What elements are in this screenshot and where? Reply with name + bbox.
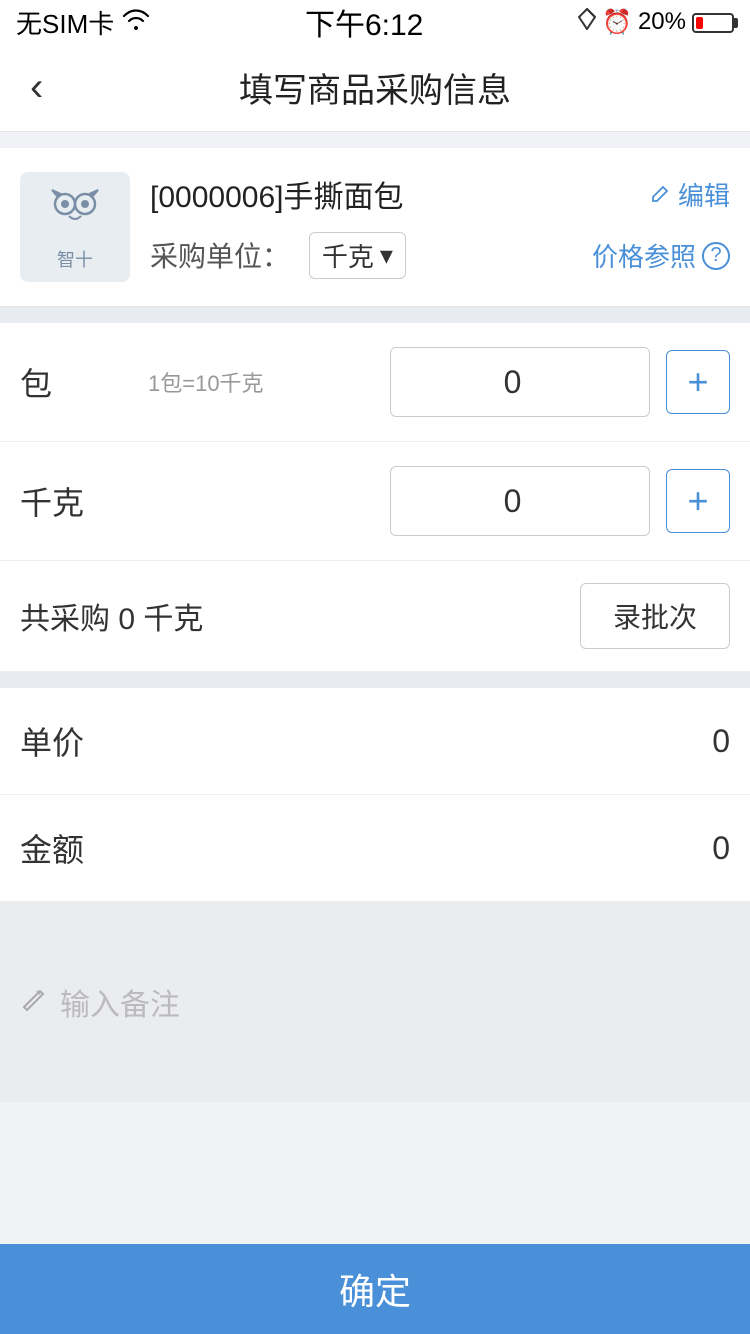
status-right: ⏰ 20%	[578, 8, 734, 37]
section-divider-2	[0, 672, 750, 688]
battery-percentage: 20%	[638, 8, 686, 36]
unit-select[interactable]: 千克 ▾	[309, 232, 406, 279]
quantity-section: 包 1包=10千克 + 千克 + 共采购 0 千克 录批次	[0, 323, 750, 672]
pencil-icon	[20, 985, 48, 1020]
kg-input-row: 千克 +	[0, 442, 750, 561]
section-divider-1	[0, 307, 750, 323]
product-info: [0000006]手撕面包 编辑 采购单位： 千克 ▾ 价格参照 ?	[150, 172, 730, 279]
price-section: 单价 0 金额 0	[0, 688, 750, 902]
wifi-icon	[122, 7, 150, 38]
page-title: 填写商品采购信息	[239, 63, 511, 112]
unit-prefix-label: 采购单位：	[150, 241, 290, 272]
product-logo-icon	[45, 182, 105, 242]
bag-input-row: 包 1包=10千克 +	[0, 323, 750, 442]
back-button[interactable]: ‹	[20, 55, 53, 120]
unit-price-label: 单价	[20, 718, 84, 764]
brand-label: 智十	[57, 246, 93, 272]
summary-text: 共采购 0 千克	[20, 594, 203, 638]
unit-value: 千克	[322, 237, 374, 274]
location-icon	[578, 8, 596, 37]
product-name: [0000006]手撕面包	[150, 172, 403, 216]
unit-label-group: 采购单位： 千克 ▾	[150, 232, 406, 279]
amount-row: 金额 0	[0, 795, 750, 902]
edit-button[interactable]: 编辑	[650, 176, 730, 213]
help-icon: ?	[702, 242, 730, 270]
chevron-down-icon: ▾	[380, 240, 393, 271]
bag-input-control: +	[264, 347, 730, 417]
kg-quantity-input[interactable]	[390, 466, 650, 536]
product-name-row: [0000006]手撕面包 编辑	[150, 172, 730, 216]
nav-bar: ‹ 填写商品采购信息	[0, 44, 750, 132]
bag-label: 包	[20, 359, 140, 405]
battery-icon	[692, 8, 734, 36]
bag-plus-button[interactable]: +	[666, 350, 730, 414]
unit-price-value: 0	[712, 723, 730, 760]
notes-placeholder: 输入备注	[60, 980, 180, 1024]
notes-section[interactable]: 输入备注	[0, 902, 750, 1102]
kg-label: 千克	[20, 478, 140, 524]
price-ref-button[interactable]: 价格参照 ?	[592, 237, 730, 274]
bottom-spacer	[0, 1102, 750, 1192]
status-time: 下午6:12	[305, 0, 423, 44]
carrier-text: 无SIM卡	[16, 4, 114, 41]
bag-sub-label: 1包=10千克	[148, 366, 264, 398]
status-left: 无SIM卡	[16, 4, 150, 41]
product-image: 智十	[20, 172, 130, 282]
amount-label: 金额	[20, 825, 84, 871]
kg-plus-button[interactable]: +	[666, 469, 730, 533]
product-card: 智十 [0000006]手撕面包 编辑 采购单位： 千克 ▾ 价格参照 ?	[0, 148, 750, 307]
price-ref-label: 价格参照	[592, 237, 696, 274]
kg-input-control: +	[140, 466, 730, 536]
alarm-icon: ⏰	[602, 8, 632, 37]
bag-quantity-input[interactable]	[390, 347, 650, 417]
amount-value: 0	[712, 830, 730, 867]
confirm-button[interactable]: 确定	[0, 1244, 750, 1334]
status-bar: 无SIM卡 下午6:12 ⏰ 20%	[0, 0, 750, 44]
unit-row: 采购单位： 千克 ▾ 价格参照 ?	[150, 232, 730, 279]
unit-price-row: 单价 0	[0, 688, 750, 795]
summary-row: 共采购 0 千克 录批次	[0, 561, 750, 672]
record-batch-button[interactable]: 录批次	[580, 583, 730, 649]
